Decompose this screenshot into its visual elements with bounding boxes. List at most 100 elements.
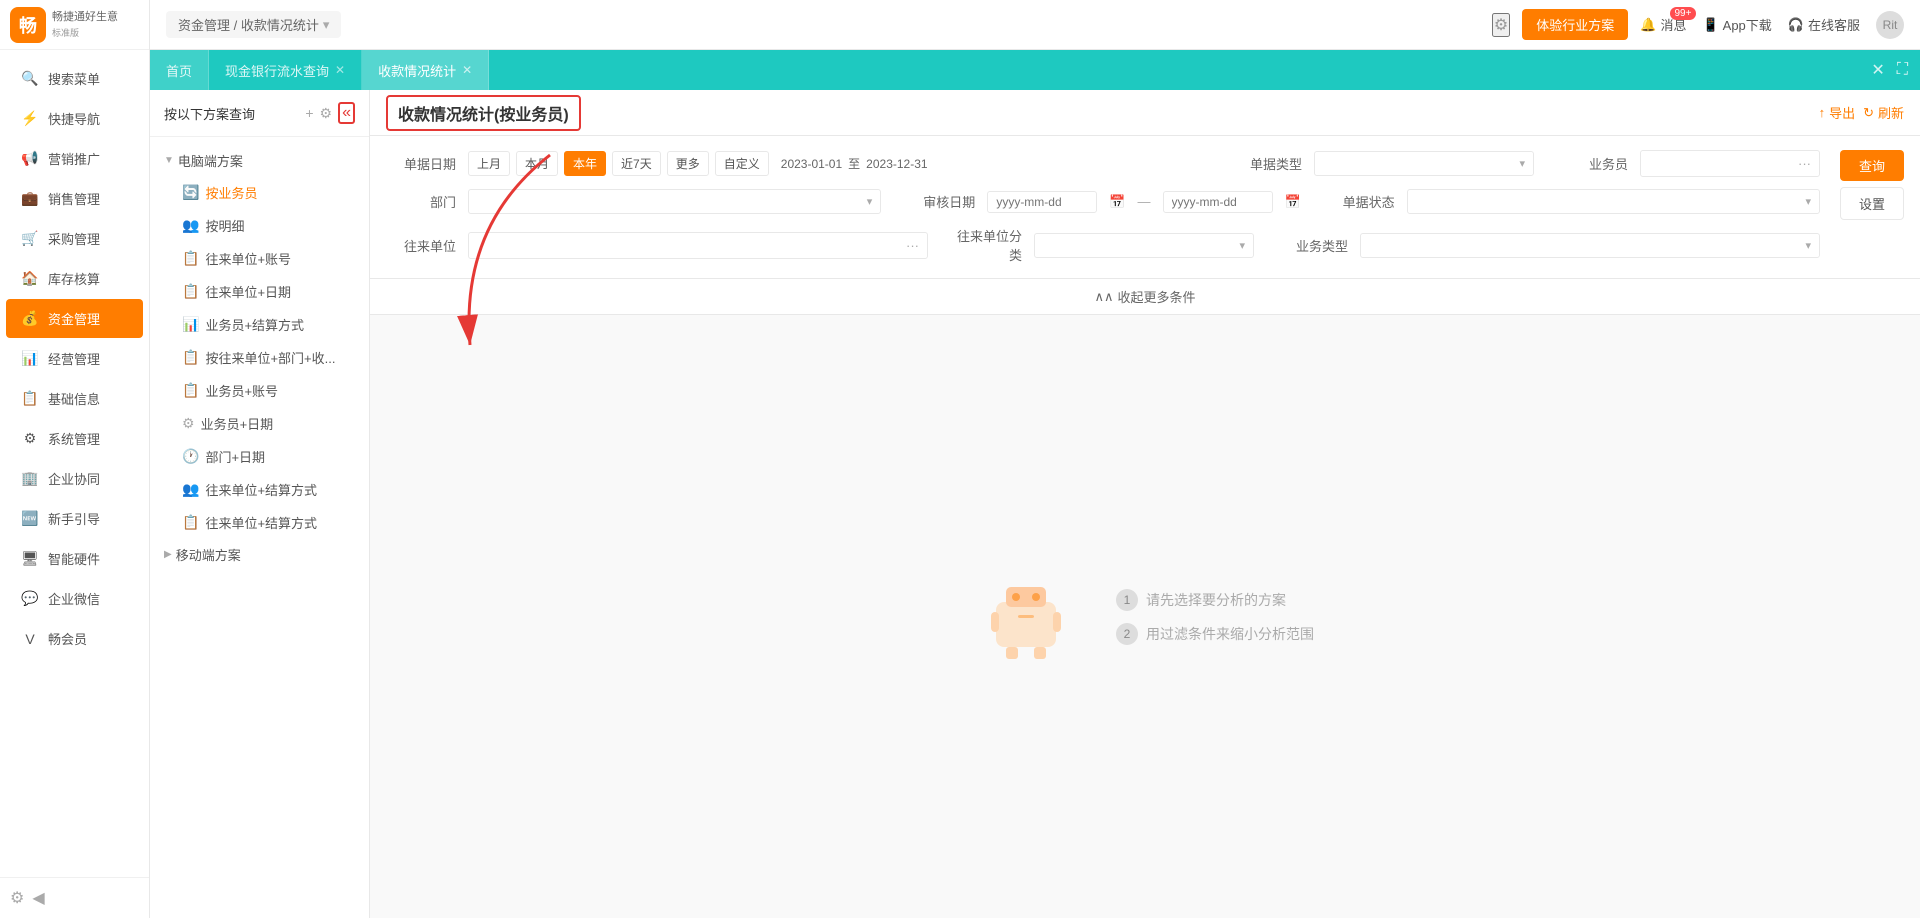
trial-button[interactable]: 体验行业方案 bbox=[1522, 9, 1628, 40]
user-avatar[interactable]: Rit bbox=[1876, 11, 1904, 39]
collapse-button[interactable]: ∧∧ 收起更多条件 bbox=[1094, 287, 1195, 306]
counterpart-more-icon[interactable]: ··· bbox=[906, 238, 919, 253]
sidebar: 畅 畅捷通好生意 标准版 🔍 搜索菜单 ⚡ 快捷导航 📢 营销推广 💼 销售管理… bbox=[0, 0, 150, 918]
salesman-select[interactable]: ··· bbox=[1640, 150, 1820, 177]
enterprise-icon: 🏢 bbox=[20, 470, 40, 487]
collapse-bottom-icon[interactable]: ◀ bbox=[32, 888, 44, 908]
gear-button[interactable]: ⚙ bbox=[1492, 13, 1510, 37]
biz-type-select[interactable]: ▾ bbox=[1360, 233, 1820, 258]
page-title-box: 收款情况统计(按业务员) bbox=[386, 95, 581, 131]
date-last-month-btn[interactable]: 上月 bbox=[468, 151, 510, 176]
tree-item-counterpart-settlement1[interactable]: 👥 往来单位+结算方式 bbox=[150, 473, 369, 506]
tab-home-label: 首页 bbox=[166, 61, 192, 80]
tree-item-by-salesman[interactable]: 🔄 按业务员 bbox=[150, 176, 369, 209]
complex-icon: 📋 bbox=[182, 349, 199, 366]
sidebar-item-wechat[interactable]: 💬 企业微信 bbox=[6, 579, 143, 618]
review-date-to-input[interactable] bbox=[1163, 191, 1273, 213]
sidebar-item-hardware[interactable]: 🖥 智能硬件 bbox=[6, 539, 143, 578]
dept-input[interactable]: ▾ bbox=[468, 189, 881, 214]
dept-label: 部门 bbox=[386, 192, 456, 211]
tree-item-dept-date-label: 部门+日期 bbox=[205, 447, 265, 466]
tree-item-counterpart-account[interactable]: 📋 往来单位+账号 bbox=[150, 242, 369, 275]
date-custom-btn[interactable]: 自定义 bbox=[715, 151, 769, 176]
salesman-scheme-icon: 🔄 bbox=[182, 184, 199, 201]
header-right: 🔔 消息 99+ 📱 App下载 🎧 在线客服 Rit bbox=[1640, 11, 1904, 39]
notification-item[interactable]: 🔔 消息 99+ bbox=[1640, 15, 1686, 34]
date-dash: — bbox=[1138, 194, 1151, 209]
sidebar-logo: 畅 畅捷通好生意 标准版 bbox=[0, 0, 149, 50]
sales-icon: 💼 bbox=[20, 190, 40, 207]
tab-bank-label: 现金银行流水查询 bbox=[225, 61, 329, 80]
counterpart-category-chevron-icon: ▾ bbox=[1239, 239, 1245, 252]
tab-bank[interactable]: 现金银行流水查询 ✕ bbox=[209, 50, 362, 90]
tree-item-counterpart-date[interactable]: 📋 往来单位+日期 bbox=[150, 275, 369, 308]
tree-item-salesman-date[interactable]: ⚙ 业务员+日期 bbox=[150, 407, 369, 440]
chevron-up-icon: ∧∧ bbox=[1094, 289, 1113, 305]
refresh-button[interactable]: ↻ 刷新 bbox=[1863, 103, 1904, 122]
sidebar-item-search[interactable]: 🔍 搜索菜单 bbox=[6, 59, 143, 98]
tree-item-salesman-settlement[interactable]: 📊 业务员+结算方式 bbox=[150, 308, 369, 341]
hint-item-1: 1 请先选择要分析的方案 bbox=[1116, 589, 1314, 611]
counterpart-category-select[interactable]: ▾ bbox=[1034, 233, 1254, 258]
calendar-from-icon[interactable]: 📅 bbox=[1109, 194, 1125, 210]
tab-home[interactable]: 首页 bbox=[150, 50, 209, 90]
tree-item-complex[interactable]: 📋 按往来单位+部门+收... bbox=[150, 341, 369, 374]
sidebar-item-finance[interactable]: 💰 资金管理 bbox=[6, 299, 143, 338]
doc-status-select[interactable]: ▾ bbox=[1407, 189, 1820, 214]
filter-settings-button[interactable]: 设置 bbox=[1840, 187, 1904, 220]
settings-bottom-icon[interactable]: ⚙ bbox=[10, 888, 24, 908]
sidebar-item-inventory[interactable]: 🏠 库存核算 bbox=[6, 259, 143, 298]
tree-group-desktop[interactable]: ▼ 电脑端方案 bbox=[150, 145, 369, 176]
tree-group-mobile[interactable]: ▶ 移动端方案 bbox=[150, 539, 369, 570]
operations-icon: 📊 bbox=[20, 350, 40, 367]
counterpart-input[interactable]: ··· bbox=[468, 232, 928, 259]
tab-receipt[interactable]: 收款情况统计 ✕ bbox=[362, 50, 489, 90]
empty-hints: 1 请先选择要分析的方案 2 用过滤条件来缩小分析范围 bbox=[1116, 589, 1314, 645]
add-scheme-button[interactable]: + bbox=[305, 105, 313, 121]
online-service-label: 在线客服 bbox=[1808, 15, 1860, 34]
tab-close-all-icon[interactable]: ✕ bbox=[1871, 60, 1884, 80]
query-button[interactable]: 查询 bbox=[1840, 150, 1904, 181]
salesman-more-icon[interactable]: ··· bbox=[1798, 156, 1811, 171]
sidebar-item-operations[interactable]: 📊 经营管理 bbox=[6, 339, 143, 378]
logo-text: 畅捷通好生意 bbox=[52, 10, 118, 25]
collapse-bar: ∧∧ 收起更多条件 bbox=[370, 279, 1920, 315]
doc-type-select[interactable]: ▾ bbox=[1314, 151, 1534, 176]
tree-item-salesman-account[interactable]: 📋 业务员+账号 bbox=[150, 374, 369, 407]
sidebar-item-guide[interactable]: 🆕 新手引导 bbox=[6, 499, 143, 538]
sidebar-item-enterprise[interactable]: 🏢 企业协同 bbox=[6, 459, 143, 498]
tree-item-counterpart-date-label: 往来单位+日期 bbox=[205, 282, 291, 301]
online-service-item[interactable]: 🎧 在线客服 bbox=[1788, 15, 1860, 34]
sidebar-item-purchase[interactable]: 🛒 采购管理 bbox=[6, 219, 143, 258]
date-more-btn[interactable]: 更多 bbox=[667, 151, 709, 176]
sidebar-label-marketing: 营销推广 bbox=[48, 149, 100, 168]
collapse-panel-button[interactable]: « bbox=[338, 102, 355, 124]
date-this-year-btn[interactable]: 本年 bbox=[564, 151, 606, 176]
review-date-from-input[interactable] bbox=[987, 191, 1097, 213]
sidebar-item-marketing[interactable]: 📢 营销推广 bbox=[6, 139, 143, 178]
sidebar-item-member[interactable]: V 畅会员 bbox=[6, 619, 143, 658]
sidebar-item-base[interactable]: 📋 基础信息 bbox=[6, 379, 143, 418]
tab-bank-close-icon[interactable]: ✕ bbox=[335, 63, 345, 77]
app-download-item[interactable]: 📱 App下载 bbox=[1702, 15, 1771, 34]
calendar-to-icon[interactable]: 📅 bbox=[1285, 194, 1301, 210]
sidebar-item-quicknav[interactable]: ⚡ 快捷导航 bbox=[6, 99, 143, 138]
headset-icon: 🎧 bbox=[1788, 17, 1804, 33]
sidebar-item-system[interactable]: ⚙ 系统管理 bbox=[6, 419, 143, 458]
export-button[interactable]: ↑ 导出 bbox=[1819, 103, 1856, 122]
tab-receipt-close-icon[interactable]: ✕ bbox=[462, 63, 472, 77]
tab-expand-icon[interactable]: ⛶ bbox=[1897, 61, 1908, 79]
tree-item-dept-date[interactable]: 🕐 部门+日期 bbox=[150, 440, 369, 473]
date-this-month-btn[interactable]: 本月 bbox=[516, 151, 558, 176]
purchase-icon: 🛒 bbox=[20, 230, 40, 247]
member-icon: V bbox=[20, 631, 40, 647]
settings-scheme-button[interactable]: ⚙ bbox=[320, 105, 333, 122]
tree-item-by-detail[interactable]: 👥 按明细 bbox=[150, 209, 369, 242]
sidebar-item-sales[interactable]: 💼 销售管理 bbox=[6, 179, 143, 218]
panel-header-title: 按以下方案查询 bbox=[164, 104, 299, 123]
counterpart-date-icon: 📋 bbox=[182, 283, 199, 300]
tree-item-counterpart-settlement2[interactable]: 📋 往来单位+结算方式 bbox=[150, 506, 369, 539]
doc-status-label: 单据状态 bbox=[1325, 192, 1395, 211]
sidebar-label-hardware: 智能硬件 bbox=[48, 549, 100, 568]
date-7days-btn[interactable]: 近7天 bbox=[612, 151, 661, 176]
